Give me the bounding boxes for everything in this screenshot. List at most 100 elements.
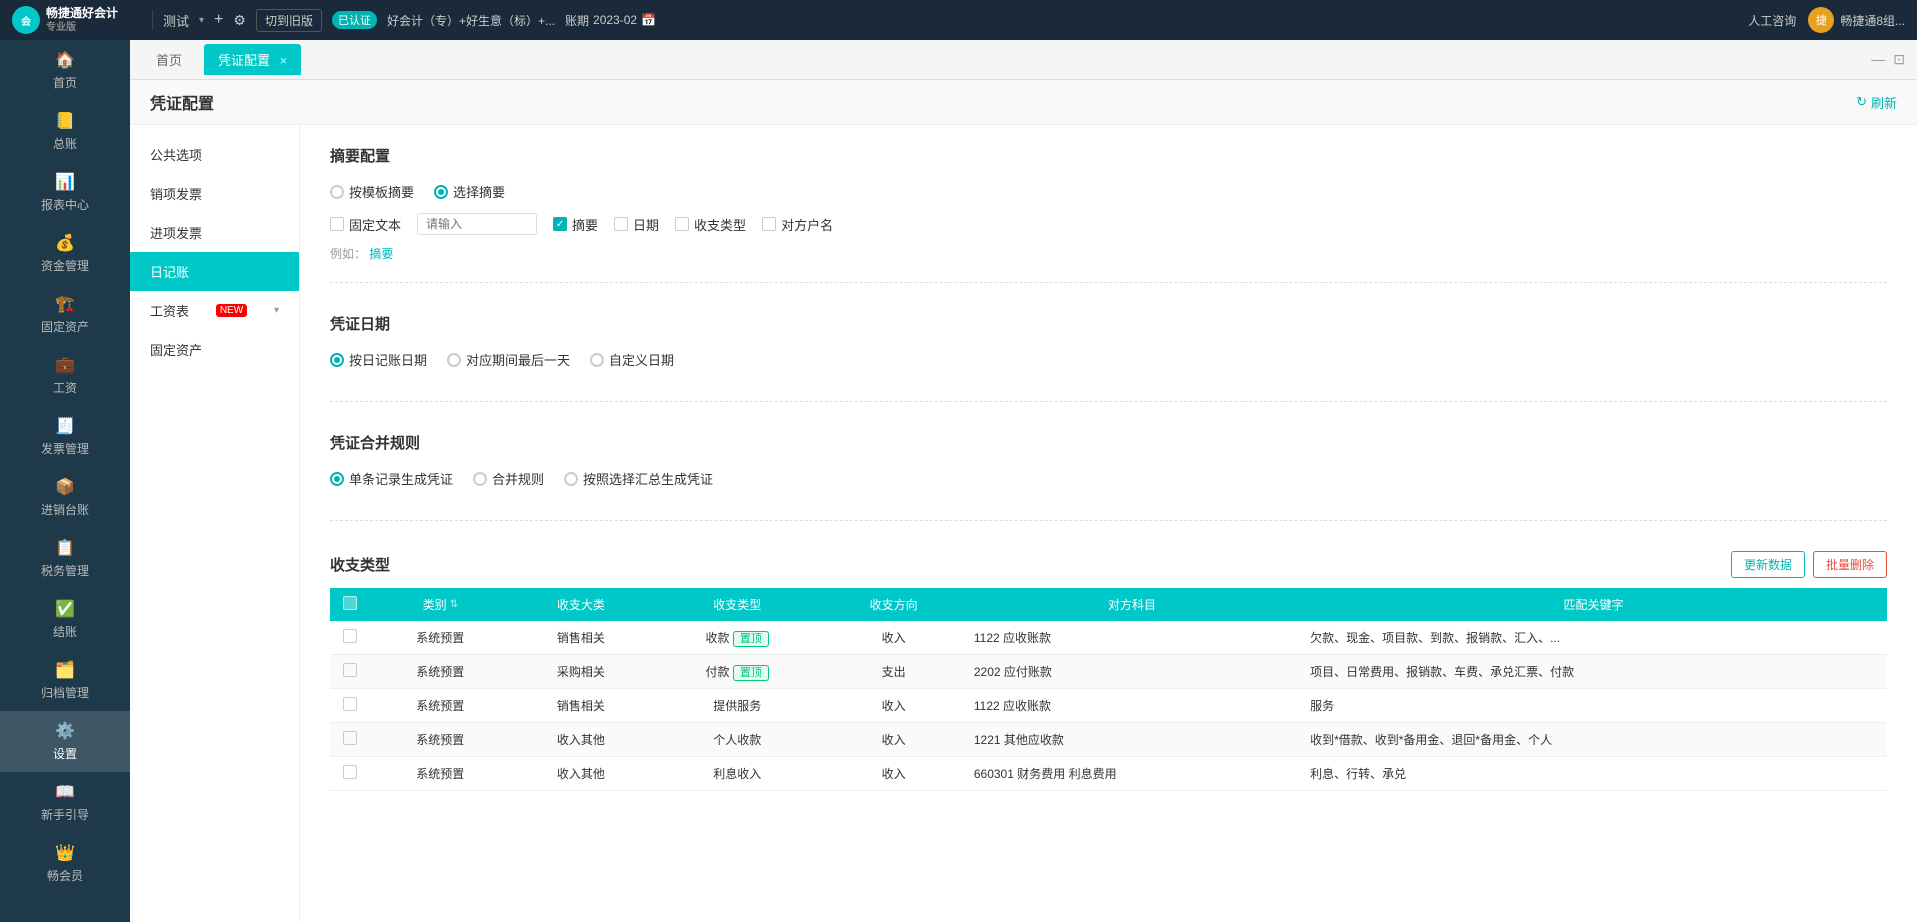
sidebar-item-member[interactable]: 👑 畅会员 <box>0 833 130 894</box>
sidebar-item-payroll[interactable]: 💼 工资 <box>0 345 130 406</box>
sidebar-item-fund-management[interactable]: 💰 资金管理 <box>0 223 130 284</box>
example-label: 例如： <box>330 247 366 261</box>
sidebar-item-settlement[interactable]: ✅ 结账 <box>0 589 130 650</box>
left-nav-fixed-assets-label: 固定资产 <box>150 340 202 359</box>
left-nav-fixed-assets[interactable]: 固定资产 <box>130 330 299 369</box>
radio-period-last-day-label: 对应期间最后一天 <box>466 350 570 369</box>
sidebar-item-general-ledger[interactable]: 📒 总账 <box>0 101 130 162</box>
tab-voucher-config[interactable]: 凭证配置 × <box>204 44 301 75</box>
date-radio-group: 按日记账日期 对应期间最后一天 自定义日期 <box>330 350 1887 369</box>
cb-date[interactable]: 日期 <box>614 215 659 234</box>
radio-select-summary[interactable]: 选择摘要 <box>434 182 505 201</box>
row-category-0: 系统预置 <box>370 621 511 655</box>
topbar-tags: 好会计（专）+好生意（标）+... <box>387 12 555 29</box>
date-title: 凭证日期 <box>330 313 1887 334</box>
date-section: 凭证日期 按日记账日期 对应期间最后一天 <box>330 313 1887 402</box>
row-checkbox-cell <box>330 621 370 655</box>
th-checkbox <box>330 588 370 621</box>
cb-summary[interactable]: ✓ 摘要 <box>553 215 598 234</box>
row-checkbox-2[interactable] <box>343 697 357 711</box>
row-checkbox-0[interactable] <box>343 629 357 643</box>
page-header: 凭证配置 ↻ 刷新 <box>130 80 1917 125</box>
fixed-text-input[interactable] <box>417 213 537 235</box>
radio-summary-generate[interactable]: 按照选择汇总生成凭证 <box>564 469 713 488</box>
left-nav-purchase-invoice[interactable]: 进项发票 <box>130 213 299 252</box>
row-category-3: 系统预置 <box>370 723 511 757</box>
row-category-2: 系统预置 <box>370 689 511 723</box>
th-category: 类别 ⇅ <box>370 588 511 621</box>
sidebar-item-tax[interactable]: 📋 税务管理 <box>0 528 130 589</box>
left-nav-payroll-table[interactable]: 工资表 NEW ▾ <box>130 291 299 330</box>
sidebar-item-guide[interactable]: 📖 新手引导 <box>0 772 130 833</box>
sidebar-item-member-label: 畅会员 <box>47 867 83 884</box>
sidebar-item-invoice-management[interactable]: 🧾 发票管理 <box>0 406 130 467</box>
user-area[interactable]: 捷 畅捷通8组... <box>1808 7 1905 33</box>
sidebar-item-settings[interactable]: ⚙️ 设置 <box>0 711 130 772</box>
sort-icon[interactable]: ⇅ <box>450 599 458 610</box>
sidebar-item-fixed-assets-label: 固定资产 <box>41 318 89 335</box>
batch-delete-button[interactable]: 批量删除 <box>1813 551 1887 578</box>
radio-merge-rule[interactable]: 合并规则 <box>473 469 544 488</box>
cb-income-type[interactable]: 收支类型 <box>675 215 746 234</box>
guide-icon: 📖 <box>55 782 75 802</box>
row-major-1: 采购相关 <box>511 655 652 689</box>
new-badge: NEW <box>216 304 247 317</box>
left-nav: 公共选项 销项发票 进项发票 日记账 工资表 NEW <box>130 125 300 922</box>
row-keywords-2: 服务 <box>1300 689 1887 723</box>
type-tag-1[interactable]: 置顶 <box>733 665 769 681</box>
radio-single-record[interactable]: 单条记录生成凭证 <box>330 469 453 488</box>
table-row: 系统预置 收入其他 个人收款 收入 1221 其他应收款 收到*借款、收到*备用… <box>330 723 1887 757</box>
calendar-icon[interactable]: 📅 <box>641 13 656 27</box>
tab-close-icon[interactable]: × <box>280 53 288 68</box>
payroll-icon: 💼 <box>55 355 75 375</box>
type-tag-0[interactable]: 置顶 <box>733 631 769 647</box>
tab-home[interactable]: 首页 <box>142 44 196 75</box>
radio-merge-rule-label: 合并规则 <box>492 469 544 488</box>
maximize-icon[interactable]: ⊡ <box>1893 51 1905 68</box>
sidebar-item-general-ledger-label: 总账 <box>53 135 77 152</box>
tax-icon: 📋 <box>55 538 75 558</box>
sidebar-item-report-center[interactable]: 📊 报表中心 <box>0 162 130 223</box>
home-icon: 🏠 <box>55 50 75 70</box>
radio-template-summary[interactable]: 按模板摘要 <box>330 182 414 201</box>
sidebar-item-sales-label: 进销台账 <box>41 501 89 518</box>
settlement-icon: ✅ <box>55 599 75 619</box>
cb-counterparty[interactable]: 对方户名 <box>762 215 833 234</box>
left-nav-journal[interactable]: 日记账 <box>130 252 299 291</box>
row-checkbox-4[interactable] <box>343 765 357 779</box>
row-checkbox-cell <box>330 655 370 689</box>
radio-journal-date[interactable]: 按日记账日期 <box>330 350 427 369</box>
income-expense-title: 收支类型 <box>330 554 390 575</box>
radio-period-last-day[interactable]: 对应期间最后一天 <box>447 350 570 369</box>
update-data-button[interactable]: 更新数据 <box>1731 551 1805 578</box>
cb-fixed-text-label: 固定文本 <box>349 215 401 234</box>
sidebar-item-home[interactable]: 🏠 首页 <box>0 40 130 101</box>
summary-radio-group: 按模板摘要 选择摘要 <box>330 182 1887 201</box>
cb-income-type-label: 收支类型 <box>694 215 746 234</box>
switch-old-version-button[interactable]: 切到旧版 <box>256 9 322 32</box>
cb-fixed-text[interactable]: 固定文本 <box>330 215 401 234</box>
main-layout: 🏠 首页 📒 总账 📊 报表中心 💰 资金管理 🏗️ 固定资产 💼 工资 🧾 发… <box>0 40 1917 922</box>
sidebar-item-fixed-assets[interactable]: 🏗️ 固定资产 <box>0 284 130 345</box>
minimize-icon[interactable]: — <box>1871 51 1885 68</box>
help-label[interactable]: 人工咨询 <box>1748 12 1796 29</box>
left-nav-sales-invoice[interactable]: 销项发票 <box>130 174 299 213</box>
refresh-button[interactable]: ↻ 刷新 <box>1856 93 1897 112</box>
member-icon: 👑 <box>55 843 75 863</box>
topbar-gear-icon[interactable]: ⚙ <box>233 12 246 29</box>
topbar-add-icon[interactable]: + <box>214 11 223 29</box>
left-nav-public[interactable]: 公共选项 <box>130 135 299 174</box>
row-account-3: 1221 其他应收款 <box>964 723 1300 757</box>
sidebar-item-home-label: 首页 <box>53 74 77 91</box>
header-checkbox[interactable] <box>343 596 357 610</box>
radio-custom-date[interactable]: 自定义日期 <box>590 350 674 369</box>
row-type-1: 付款 置顶 <box>651 655 823 689</box>
sidebar-item-archive[interactable]: 🗂️ 归档管理 <box>0 650 130 711</box>
row-checkbox-1[interactable] <box>343 663 357 677</box>
sidebar-item-fund-management-label: 资金管理 <box>41 257 89 274</box>
th-type: 收支类型 <box>651 588 823 621</box>
row-checkbox-3[interactable] <box>343 731 357 745</box>
topbar-dropdown-icon[interactable]: ▾ <box>199 15 204 26</box>
sidebar-item-sales[interactable]: 📦 进销台账 <box>0 467 130 528</box>
row-direction-1: 支出 <box>823 655 964 689</box>
